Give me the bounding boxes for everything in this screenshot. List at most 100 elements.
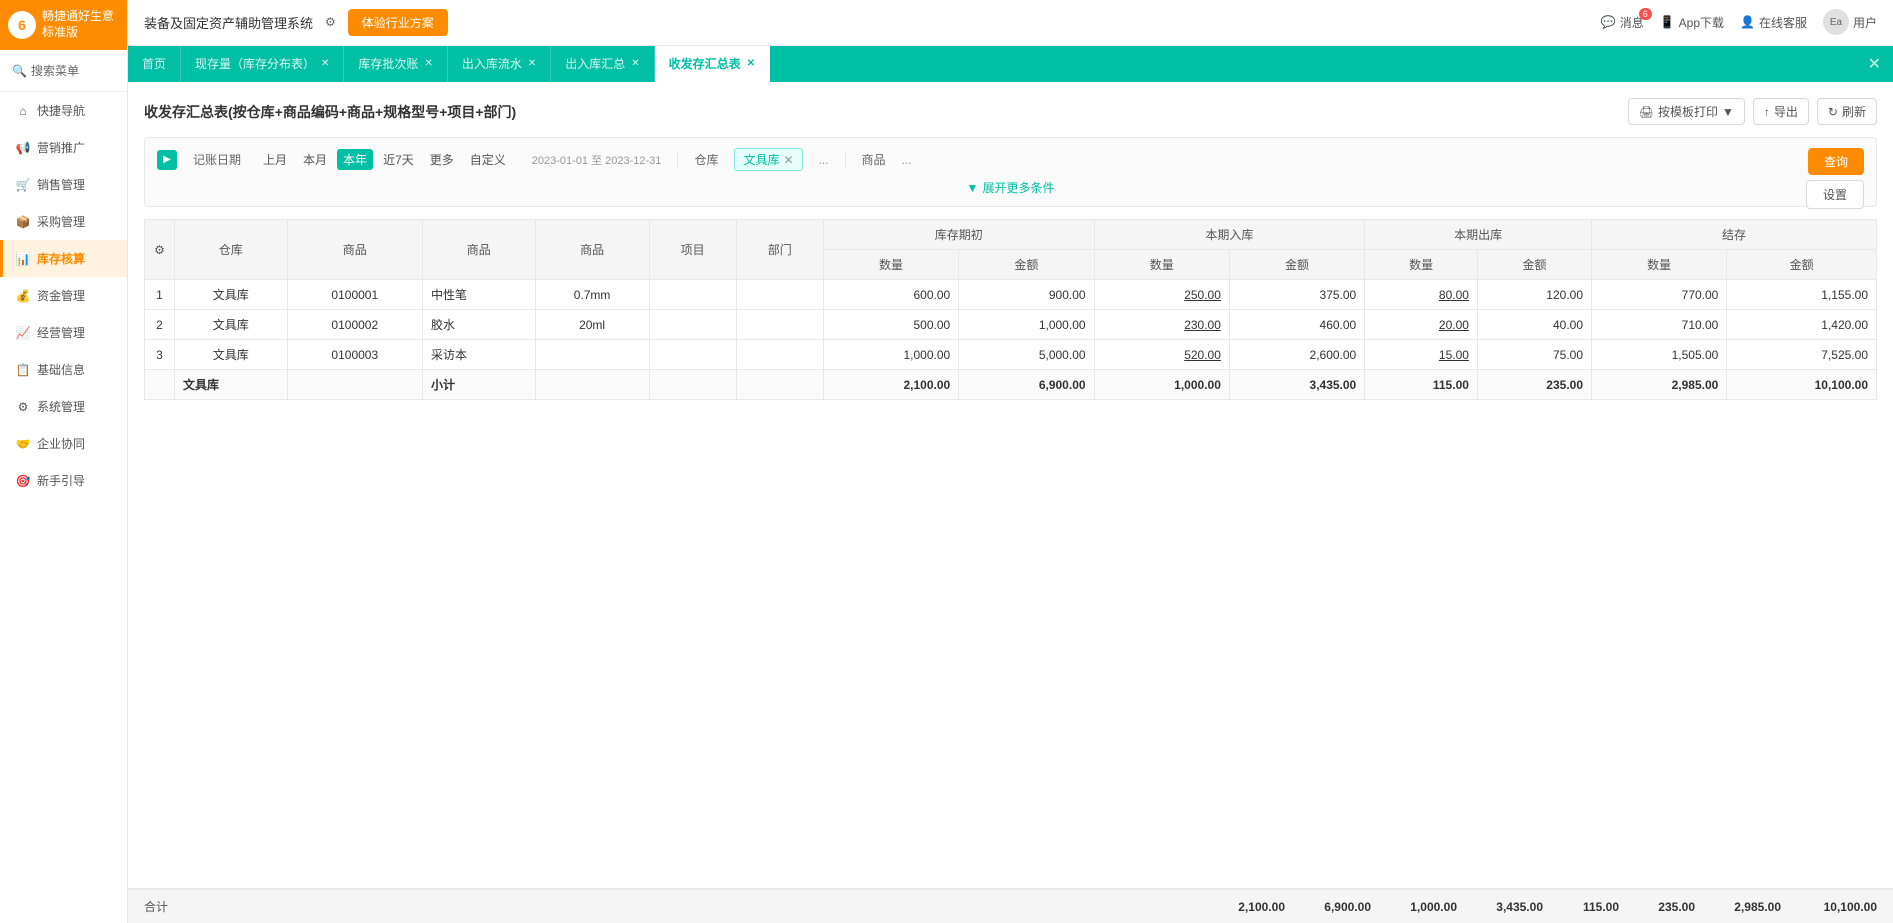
filter-expand-icon[interactable]: ▶ [157, 150, 177, 170]
cell-name: 胶水 [422, 310, 535, 340]
date-custom[interactable]: 自定义 [464, 149, 512, 170]
service-icon: 👤 [1740, 15, 1755, 29]
sidebar-item-label: 快捷导航 [37, 102, 85, 119]
footer-out-qty: 115.00 [1559, 900, 1619, 914]
th-name: 商品 [422, 220, 535, 280]
goods-more[interactable]: ... [902, 153, 912, 167]
message-icon: 💬 [1601, 15, 1616, 29]
data-table-wrap: ⚙ 仓库 商品 商品 商品 项目 部门 库存期初 本期入库 本期出库 结存 [144, 219, 1877, 400]
cell-dept [736, 340, 823, 370]
sidebar-item-operations[interactable]: 📈 经营管理 [0, 314, 127, 351]
cell-closing-qty: 2,985.00 [1592, 370, 1727, 400]
sidebar-item-label: 销售管理 [37, 176, 85, 193]
sidebar-item-finance[interactable]: 💰 资金管理 [0, 277, 127, 314]
chevron-right-icon: ▶ [163, 154, 171, 165]
sidebar-item-label: 经营管理 [37, 324, 85, 341]
footer-closing-qty: 2,985.00 [1711, 900, 1781, 914]
cell-in-qty[interactable]: 230.00 [1094, 310, 1229, 340]
cell-in-qty[interactable]: 250.00 [1094, 280, 1229, 310]
expand-conditions[interactable]: ▼ 展开更多条件 [157, 179, 1864, 196]
setting-button[interactable]: 设置 [1806, 180, 1864, 209]
tab-inventory-dist-close[interactable]: ✕ [321, 58, 329, 69]
sidebar-item-system[interactable]: ⚙ 系统管理 [0, 388, 127, 425]
th-code: 商品 [287, 220, 422, 280]
search-area[interactable]: 🔍 搜索菜单 [0, 50, 127, 92]
tab-home[interactable]: 首页 [128, 46, 181, 82]
th-opening-qty: 数量 [823, 250, 958, 280]
trial-button[interactable]: 体验行业方案 [348, 9, 448, 36]
sidebar-item-enterprise[interactable]: 🤝 企业协同 [0, 425, 127, 462]
cell-out-qty[interactable]: 80.00 [1365, 280, 1478, 310]
date-7days[interactable]: 近7天 [377, 149, 420, 170]
tab-inventory-dist[interactable]: 现存量（库存分布表） ✕ [181, 46, 344, 82]
tab-inout-summary-close[interactable]: ✕ [631, 58, 639, 69]
sidebar-item-marketing[interactable]: 📢 营销推广 [0, 129, 127, 166]
tab-batch-ledger-close[interactable]: ✕ [424, 58, 432, 69]
query-button[interactable]: 查询 [1808, 148, 1864, 175]
tab-inout-summary[interactable]: 出入库汇总 ✕ [551, 46, 654, 82]
sidebar-item-purchase[interactable]: 📦 采购管理 [0, 203, 127, 240]
cell-in-qty[interactable]: 520.00 [1094, 340, 1229, 370]
th-settings[interactable]: ⚙ [145, 220, 175, 280]
messages-item[interactable]: 💬 消息 6 [1601, 14, 1644, 31]
sidebar-item-inventory[interactable]: 📊 库存核算 [0, 240, 127, 277]
print-button[interactable]: 🖨 按模板打印 ▼ [1628, 98, 1745, 125]
export-button[interactable]: ↑ 导出 [1753, 98, 1809, 125]
cell-out-qty[interactable]: 20.00 [1365, 310, 1478, 340]
sidebar-item-sales[interactable]: 🛒 销售管理 [0, 166, 127, 203]
logo-icon: 6 [8, 11, 36, 39]
cell-code [287, 370, 422, 400]
user-item[interactable]: Ea 用户 [1823, 9, 1877, 35]
cell-warehouse: 文具库 [175, 340, 288, 370]
cell-in-amt: 3,435.00 [1229, 370, 1364, 400]
sidebar-item-label: 资金管理 [37, 287, 85, 304]
cell-num: 1 [145, 280, 175, 310]
page-footer: 合计 2,100.00 6,900.00 1,000.00 3,435.00 1… [128, 888, 1893, 923]
cell-out-amt: 75.00 [1477, 340, 1591, 370]
tab-bar-close[interactable]: ✕ [1856, 54, 1893, 74]
tab-receive-send[interactable]: 收发存汇总表 ✕ [655, 46, 770, 82]
sidebar-item-label: 采购管理 [37, 213, 85, 230]
cell-closing-amt: 10,100.00 [1727, 370, 1877, 400]
warehouse-tag-close[interactable]: ✕ [783, 153, 793, 167]
date-this-year[interactable]: 本年 [337, 149, 373, 170]
search-menu-label: 搜索菜单 [31, 62, 79, 79]
basic-info-icon: 📋 [15, 362, 31, 378]
page-title-bar: 收发存汇总表(按仓库+商品编码+商品+规格型号+项目+部门) 🖨 按模板打印 ▼… [144, 98, 1877, 125]
sidebar-item-guide[interactable]: 🎯 新手引导 [0, 462, 127, 499]
warehouse-more[interactable]: ... [819, 153, 829, 167]
page-title: 收发存汇总表(按仓库+商品编码+商品+规格型号+项目+部门) [144, 102, 516, 122]
header-right: 💬 消息 6 📱 App下载 👤 在线客服 Ea 用户 [1601, 9, 1877, 35]
date-this-month[interactable]: 本月 [297, 149, 333, 170]
th-closing-group: 结存 [1592, 220, 1877, 250]
online-service-label: 在线客服 [1759, 14, 1807, 31]
content-area: 收发存汇总表(按仓库+商品编码+商品+规格型号+项目+部门) 🖨 按模板打印 ▼… [128, 82, 1893, 888]
refresh-button[interactable]: ↻ 刷新 [1817, 98, 1877, 125]
cell-dept [736, 310, 823, 340]
tab-batch-ledger[interactable]: 库存批次账 ✕ [344, 46, 447, 82]
search-menu-button[interactable]: 🔍 搜索菜单 [8, 58, 119, 83]
th-out-qty: 数量 [1365, 250, 1478, 280]
sidebar-item-basic-info[interactable]: 📋 基础信息 [0, 351, 127, 388]
cell-opening-amt: 900.00 [959, 280, 1094, 310]
footer-in-amt: 3,435.00 [1473, 900, 1543, 914]
date-more[interactable]: 更多 [424, 149, 460, 170]
finance-icon: 💰 [15, 288, 31, 304]
cell-closing-amt: 1,155.00 [1727, 280, 1877, 310]
tab-receive-send-close[interactable]: ✕ [747, 58, 755, 69]
user-avatar: Ea [1823, 9, 1849, 35]
tab-inout-flow-close[interactable]: ✕ [528, 58, 536, 69]
date-prev-month[interactable]: 上月 [257, 149, 293, 170]
sidebar-item-label: 系统管理 [37, 398, 85, 415]
tab-inout-flow-label: 出入库流水 [462, 55, 522, 72]
footer-opening-amt: 6,900.00 [1301, 900, 1371, 914]
tab-inout-flow[interactable]: 出入库流水 ✕ [448, 46, 551, 82]
sidebar: 6 畅捷通好生意 标准版 🔍 搜索菜单 ⌂ 快捷导航 📢 营销推广 🛒 销售管理… [0, 0, 128, 923]
settings-icon[interactable]: ⚙ [325, 15, 336, 29]
table-row: 1 文具库 0100001 中性笔 0.7mm 600.00 900.00 25… [145, 280, 1877, 310]
cell-warehouse: 文具库 [175, 280, 288, 310]
online-service-item[interactable]: 👤 在线客服 [1740, 14, 1807, 31]
cell-out-qty[interactable]: 15.00 [1365, 340, 1478, 370]
app-download-item[interactable]: 📱 App下载 [1660, 14, 1724, 31]
sidebar-item-quick-nav[interactable]: ⌂ 快捷导航 [0, 92, 127, 129]
